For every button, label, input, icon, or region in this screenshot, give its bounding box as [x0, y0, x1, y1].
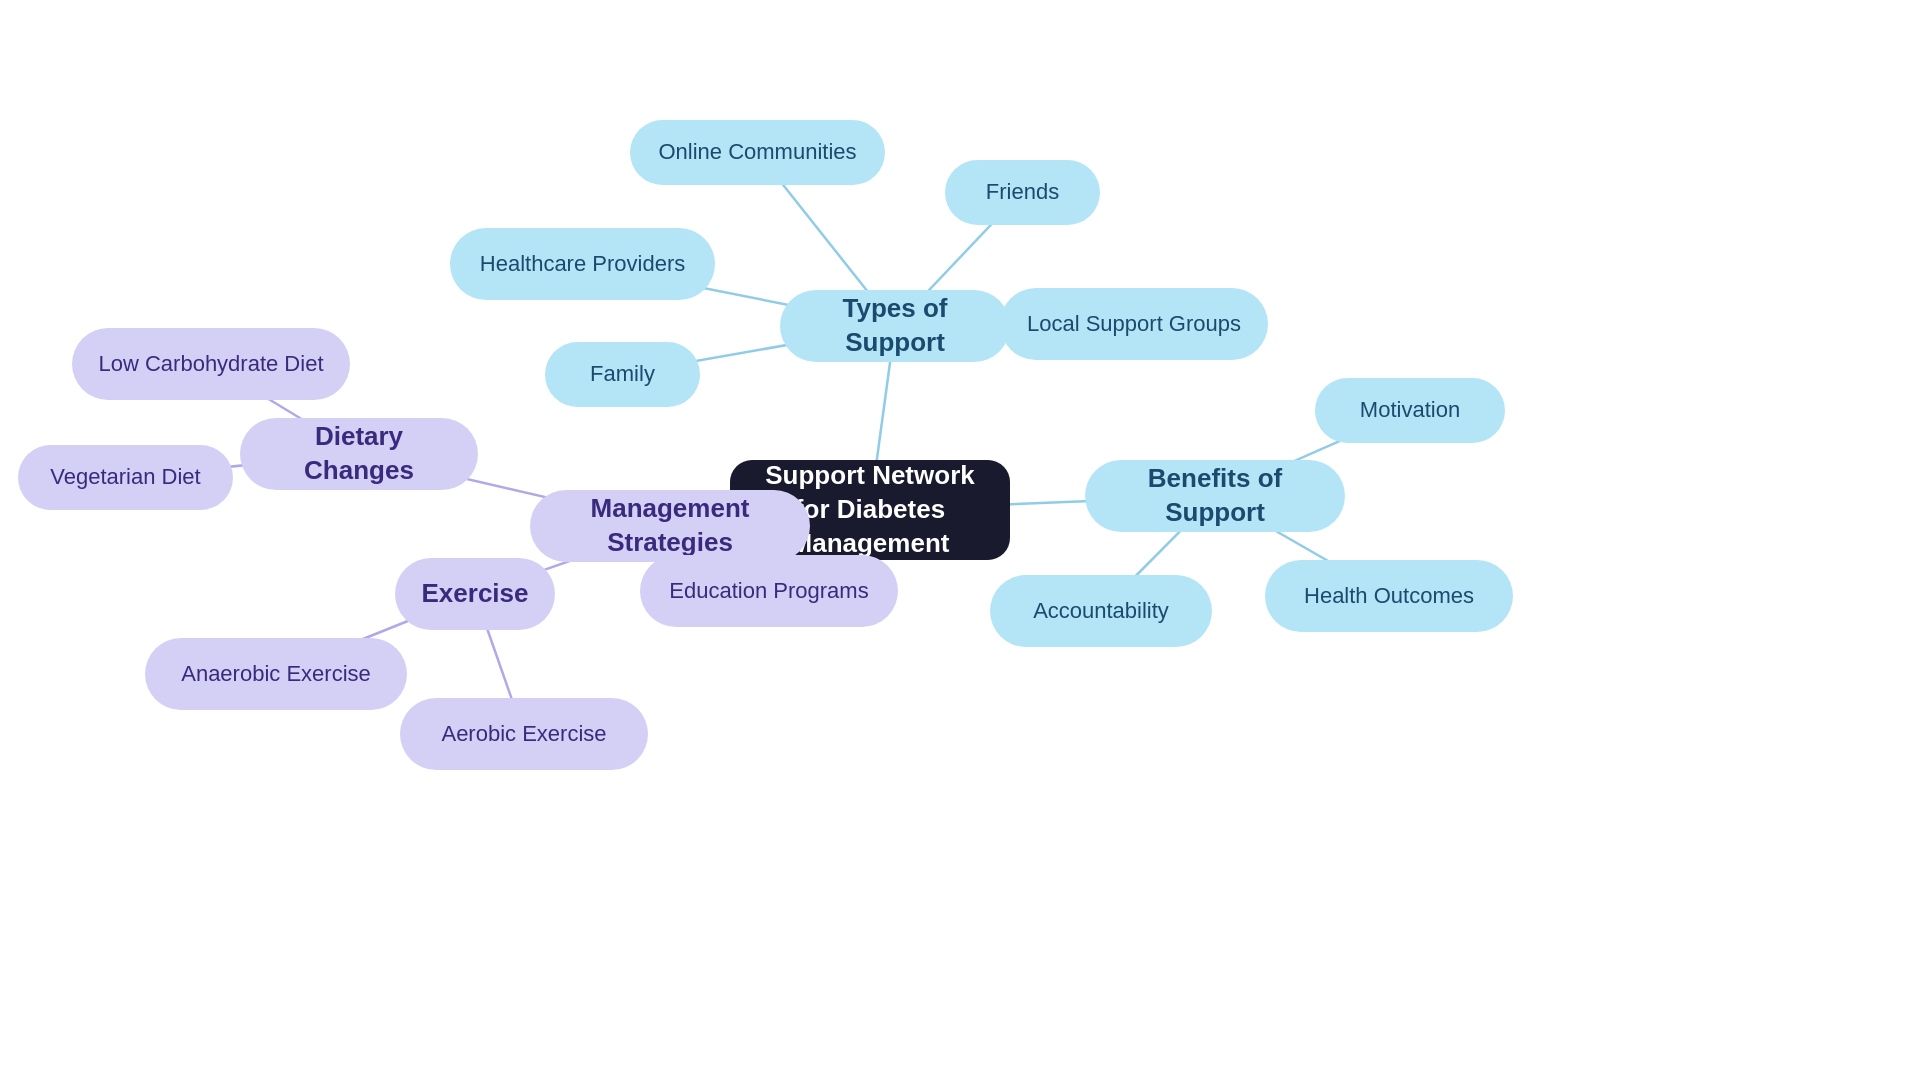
health-outcomes-node: Health Outcomes — [1265, 560, 1513, 632]
low-carb-diet-node: Low Carbohydrate Diet — [72, 328, 350, 400]
aerobic-exercise-node: Aerobic Exercise — [400, 698, 648, 770]
anaerobic-exercise-node: Anaerobic Exercise — [145, 638, 407, 710]
motivation-node: Motivation — [1315, 378, 1505, 443]
dietary-changes-node: Dietary Changes — [240, 418, 478, 490]
family-node: Family — [545, 342, 700, 407]
vegetarian-diet-node: Vegetarian Diet — [18, 445, 233, 510]
online-communities-node: Online Communities — [630, 120, 885, 185]
types-of-support-node: Types of Support — [780, 290, 1010, 362]
local-support-groups-node: Local Support Groups — [1000, 288, 1268, 360]
healthcare-providers-node: Healthcare Providers — [450, 228, 715, 300]
accountability-node: Accountability — [990, 575, 1212, 647]
exercise-node: Exercise — [395, 558, 555, 630]
friends-node: Friends — [945, 160, 1100, 225]
benefits-of-support-node: Benefits of Support — [1085, 460, 1345, 532]
education-programs-node: Education Programs — [640, 555, 898, 627]
management-strategies-node: Management Strategies — [530, 490, 810, 562]
